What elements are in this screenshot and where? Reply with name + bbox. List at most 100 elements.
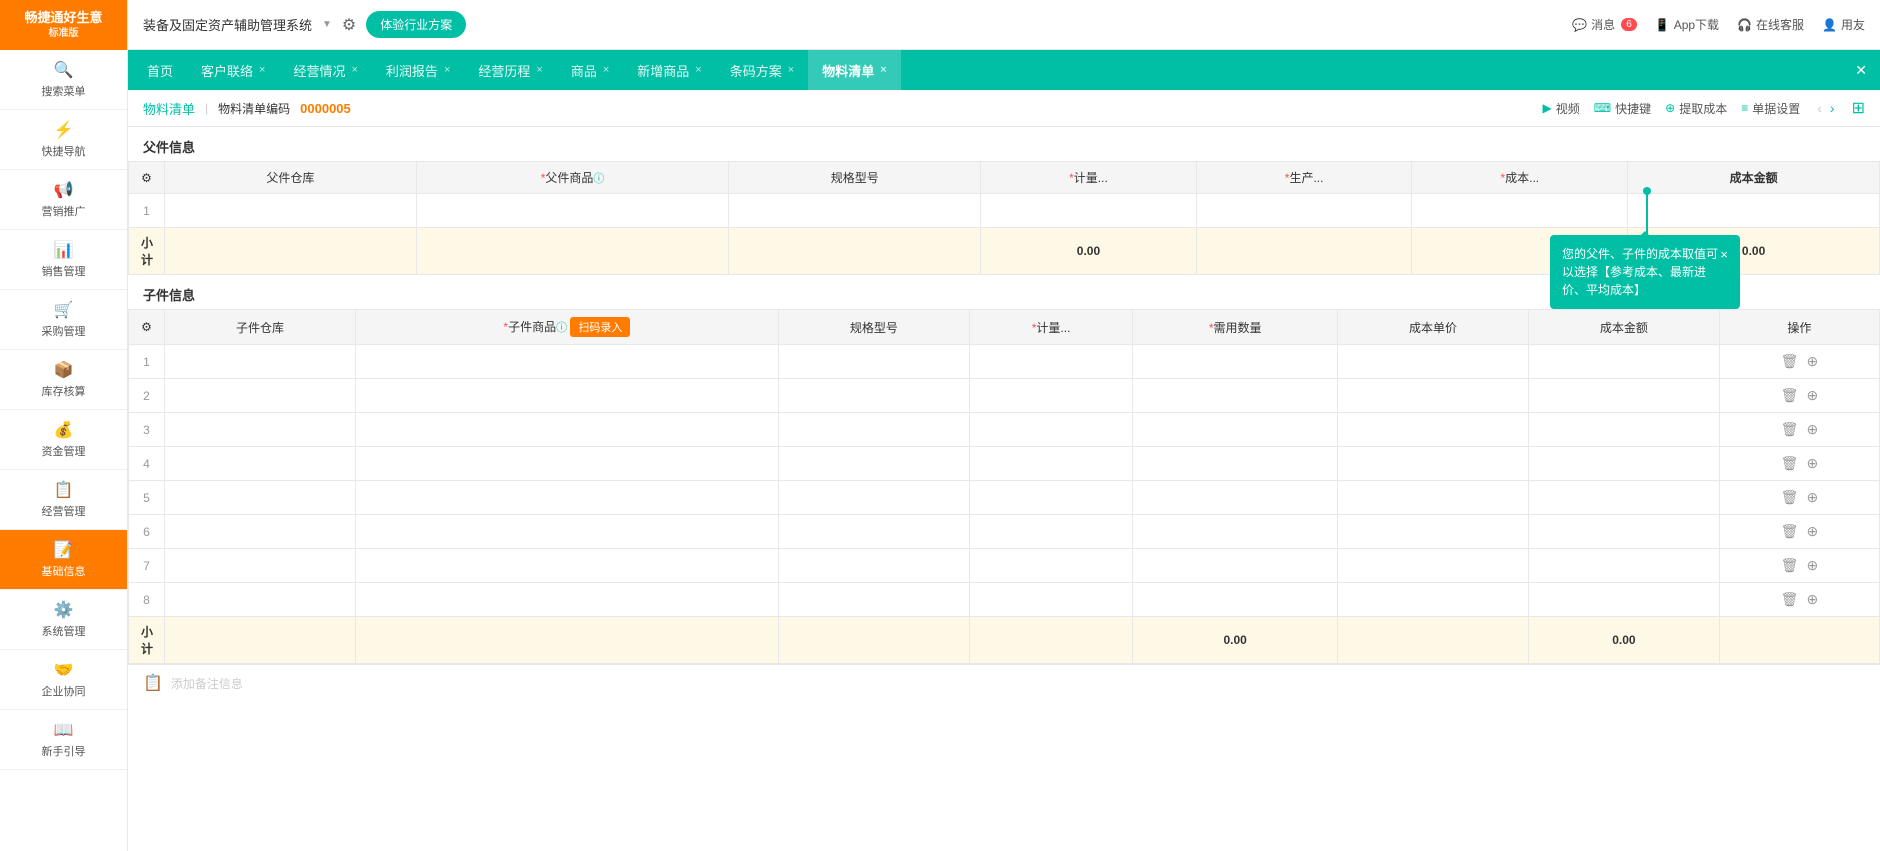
system-dropdown-arrow[interactable]: ▼ bbox=[322, 19, 332, 30]
tab-home[interactable]: 首页 bbox=[133, 50, 187, 90]
child-row-2-spec[interactable] bbox=[778, 379, 969, 413]
tab-customer[interactable]: 客户联络 × bbox=[187, 50, 279, 90]
child-row-8-spec[interactable] bbox=[778, 583, 969, 617]
copy-icon-2[interactable]: ⊕ bbox=[1806, 387, 1818, 404]
copy-icon-7[interactable]: ⊕ bbox=[1806, 557, 1818, 574]
child-row-8-unit[interactable] bbox=[969, 583, 1133, 617]
copy-icon-3[interactable]: ⊕ bbox=[1806, 421, 1818, 438]
child-row-6-qty[interactable] bbox=[1133, 515, 1338, 549]
delete-icon-4[interactable]: 🗑 bbox=[1781, 455, 1799, 472]
tooltip-close[interactable]: × bbox=[1720, 245, 1728, 265]
child-row-1-qty[interactable] bbox=[1133, 345, 1338, 379]
trial-button[interactable]: 体验行业方案 bbox=[366, 11, 466, 38]
sidebar-item-collab[interactable]: 🤝 企业协同 bbox=[0, 650, 127, 710]
child-row-2-warehouse[interactable] bbox=[165, 379, 356, 413]
child-row-2-price[interactable] bbox=[1337, 379, 1528, 413]
delete-icon-8[interactable]: 🗑 bbox=[1781, 591, 1799, 608]
view-action[interactable]: ▶ 视频 bbox=[1543, 100, 1580, 117]
arrow-right-icon[interactable]: › bbox=[1827, 100, 1838, 116]
child-row-1-price[interactable] bbox=[1337, 345, 1528, 379]
child-row-4-goods[interactable] bbox=[355, 447, 778, 481]
tab-goods[interactable]: 商品 × bbox=[557, 50, 623, 90]
child-row-7-spec[interactable] bbox=[778, 549, 969, 583]
arrow-left-icon[interactable]: ‹ bbox=[1814, 100, 1825, 116]
online-service-item[interactable]: 🎧 在线客服 bbox=[1737, 16, 1804, 33]
note-placeholder[interactable]: 添加备注信息 bbox=[171, 675, 243, 692]
child-row-1-warehouse[interactable] bbox=[165, 345, 356, 379]
tab-operations[interactable]: 经营情况 × bbox=[279, 50, 371, 90]
child-row-7-unit[interactable] bbox=[969, 549, 1133, 583]
child-row-1-spec[interactable] bbox=[778, 345, 969, 379]
child-row-3-warehouse[interactable] bbox=[165, 413, 356, 447]
copy-icon-5[interactable]: ⊕ bbox=[1806, 489, 1818, 506]
parent-col-settings[interactable]: ⚙ bbox=[129, 162, 165, 194]
child-row-4-warehouse[interactable] bbox=[165, 447, 356, 481]
copy-icon-1[interactable]: ⊕ bbox=[1806, 353, 1818, 370]
tab-new-goods[interactable]: 新增商品 × bbox=[623, 50, 715, 90]
child-row-4-price[interactable] bbox=[1337, 447, 1528, 481]
scan-button[interactable]: 扫码录入 bbox=[570, 317, 630, 337]
tab-new-goods-close[interactable]: × bbox=[695, 64, 701, 76]
child-row-1-goods[interactable] bbox=[355, 345, 778, 379]
breadcrumb-bom[interactable]: 物料清单 bbox=[143, 99, 195, 118]
child-row-3-price[interactable] bbox=[1337, 413, 1528, 447]
sidebar-item-marketing[interactable]: 📢 营销推广 bbox=[0, 170, 127, 230]
child-row-2-goods[interactable] bbox=[355, 379, 778, 413]
message-item[interactable]: 💬 消息 6 bbox=[1572, 16, 1637, 33]
child-row-6-unit[interactable] bbox=[969, 515, 1133, 549]
copy-icon-8[interactable]: ⊕ bbox=[1806, 591, 1818, 608]
tab-operations-close[interactable]: × bbox=[351, 64, 357, 76]
sidebar-item-search[interactable]: 🔍 搜索菜单 bbox=[0, 50, 127, 110]
tab-customer-close[interactable]: × bbox=[259, 64, 265, 76]
child-row-4-qty[interactable] bbox=[1133, 447, 1338, 481]
parent-row-1-warehouse[interactable] bbox=[165, 194, 417, 228]
settings-icon[interactable]: ⚙ bbox=[342, 15, 356, 35]
sidebar-item-sales[interactable]: 📊 销售管理 bbox=[0, 230, 127, 290]
child-row-5-unit[interactable] bbox=[969, 481, 1133, 515]
child-row-5-spec[interactable] bbox=[778, 481, 969, 515]
child-row-7-price[interactable] bbox=[1337, 549, 1528, 583]
delete-icon-7[interactable]: 🗑 bbox=[1781, 557, 1799, 574]
parent-row-1-unit[interactable] bbox=[981, 194, 1197, 228]
child-row-7-qty[interactable] bbox=[1133, 549, 1338, 583]
child-row-8-qty[interactable] bbox=[1133, 583, 1338, 617]
single-setting-action[interactable]: ≡ 单据设置 bbox=[1741, 100, 1800, 117]
sidebar-item-guide[interactable]: 📖 新手引导 bbox=[0, 710, 127, 770]
tab-profit[interactable]: 利润报告 × bbox=[372, 50, 464, 90]
parent-row-1-goods[interactable] bbox=[416, 194, 729, 228]
tab-bom-close[interactable]: × bbox=[880, 64, 886, 76]
tab-barcode-close[interactable]: × bbox=[788, 64, 794, 76]
delete-icon-3[interactable]: 🗑 bbox=[1781, 421, 1799, 438]
child-row-5-goods[interactable] bbox=[355, 481, 778, 515]
tab-goods-close[interactable]: × bbox=[603, 64, 609, 76]
delete-icon-1[interactable]: 🗑 bbox=[1781, 353, 1799, 370]
copy-icon-6[interactable]: ⊕ bbox=[1806, 523, 1818, 540]
sidebar-item-purchase[interactable]: 🛒 采购管理 bbox=[0, 290, 127, 350]
child-row-4-spec[interactable] bbox=[778, 447, 969, 481]
child-row-5-warehouse[interactable] bbox=[165, 481, 356, 515]
tab-barcode[interactable]: 条码方案 × bbox=[716, 50, 808, 90]
parent-row-1-cost[interactable] bbox=[1412, 194, 1628, 228]
sidebar-item-finance[interactable]: 💰 资金管理 bbox=[0, 410, 127, 470]
child-row-8-goods[interactable] bbox=[355, 583, 778, 617]
delete-icon-2[interactable]: 🗑 bbox=[1781, 387, 1799, 404]
child-row-6-price[interactable] bbox=[1337, 515, 1528, 549]
child-row-6-spec[interactable] bbox=[778, 515, 969, 549]
tab-history[interactable]: 经营历程 × bbox=[464, 50, 556, 90]
child-row-4-unit[interactable] bbox=[969, 447, 1133, 481]
child-col-settings[interactable]: ⚙ bbox=[129, 310, 165, 345]
app-download-item[interactable]: 📱 App下载 bbox=[1655, 16, 1719, 33]
sidebar-item-operations[interactable]: 📋 经营管理 bbox=[0, 470, 127, 530]
child-row-7-warehouse[interactable] bbox=[165, 549, 356, 583]
delete-icon-5[interactable]: 🗑 bbox=[1781, 489, 1799, 506]
parent-row-1-produce[interactable] bbox=[1196, 194, 1412, 228]
shortcut-action[interactable]: ⌨ 快捷键 bbox=[1594, 100, 1651, 117]
sidebar-item-basic[interactable]: 📝 基础信息 bbox=[0, 530, 127, 590]
tab-profit-close[interactable]: × bbox=[444, 64, 450, 76]
child-row-6-goods[interactable] bbox=[355, 515, 778, 549]
child-row-3-spec[interactable] bbox=[778, 413, 969, 447]
child-row-8-warehouse[interactable] bbox=[165, 583, 356, 617]
child-row-7-goods[interactable] bbox=[355, 549, 778, 583]
extract-cost-action[interactable]: ⊕ 提取成本 bbox=[1665, 100, 1727, 117]
child-row-1-unit[interactable] bbox=[969, 345, 1133, 379]
